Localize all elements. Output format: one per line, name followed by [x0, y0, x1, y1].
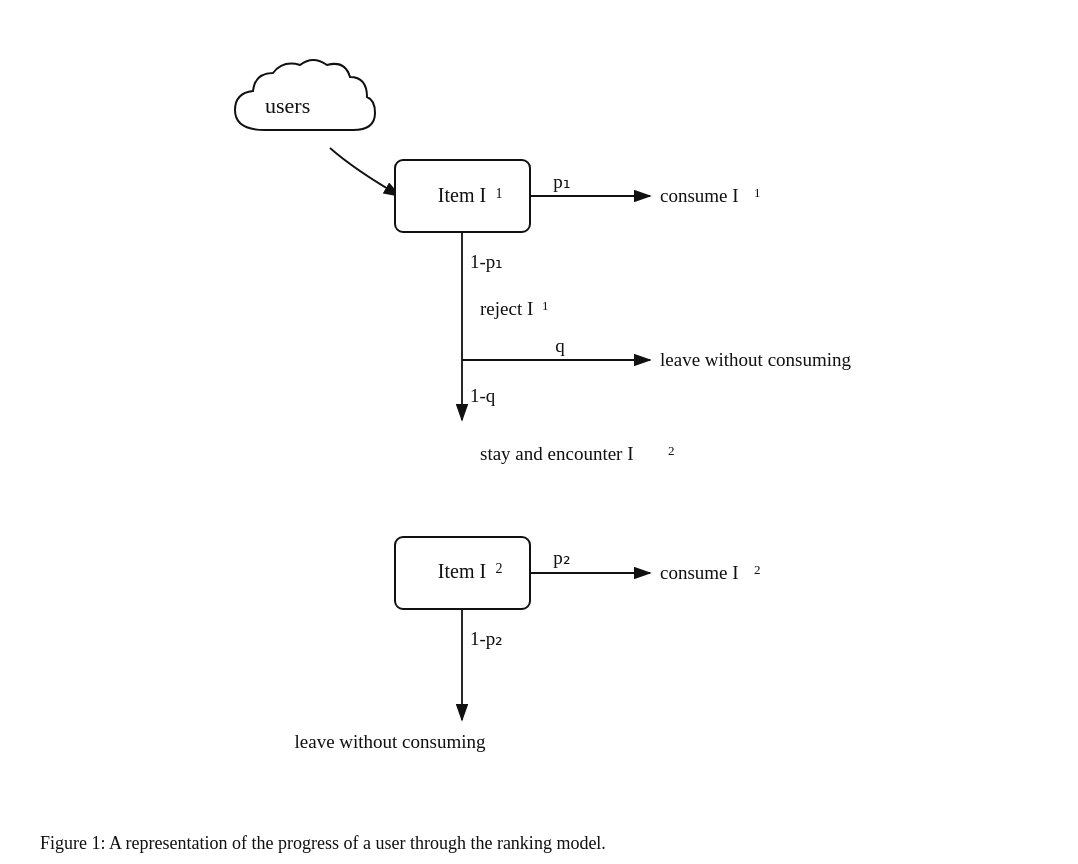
- reject-i1-subscript: 1: [542, 298, 549, 313]
- item2-label: Item I: [438, 560, 486, 582]
- consume-i2-label: consume I: [660, 562, 739, 583]
- consume-i2-subscript: 2: [754, 562, 761, 577]
- one-minus-q-label: 1-q: [470, 385, 496, 406]
- users-cloud: users: [235, 60, 375, 130]
- one-minus-p1-label: 1-p₁: [470, 251, 503, 272]
- one-minus-p2-label: 1-p₂: [470, 628, 503, 649]
- diagram-container: users Item I 1 p₁ consume I 1 1-p₁ rejec…: [0, 0, 1078, 820]
- users-label: users: [265, 93, 310, 118]
- item1-label: Item I: [438, 184, 486, 206]
- stay-encounter-subscript: 2: [668, 443, 675, 458]
- item2-subscript: 2: [496, 561, 503, 576]
- consume-i1-label: consume I: [660, 185, 739, 206]
- caption-text: Figure 1: A representation of the progre…: [40, 833, 606, 853]
- q-label: q: [555, 335, 565, 356]
- stay-encounter-label: stay and encounter I: [480, 443, 634, 464]
- cloud-to-item1-arrow: [330, 148, 400, 196]
- reject-i1-label: reject I: [480, 298, 533, 319]
- item1-subscript: 1: [496, 186, 503, 201]
- leave-top-label: leave without consuming: [660, 349, 852, 370]
- leave-bottom-label: leave without consuming: [294, 731, 486, 752]
- p2-label: p₂: [553, 547, 571, 568]
- consume-i1-subscript: 1: [754, 185, 761, 200]
- figure-caption: Figure 1: A representation of the progre…: [0, 823, 1078, 864]
- p1-label: p₁: [553, 171, 571, 192]
